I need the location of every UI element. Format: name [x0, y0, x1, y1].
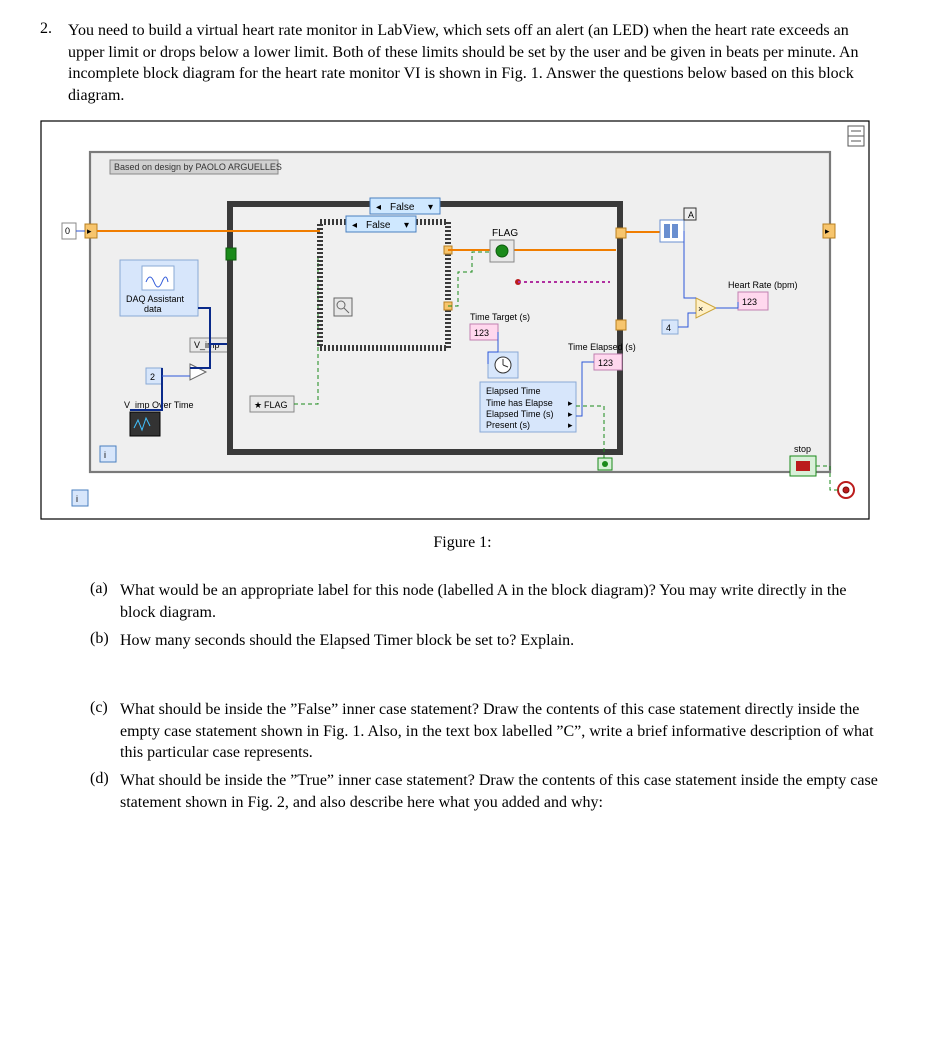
svg-text:2: 2	[150, 372, 155, 382]
svg-text:▸: ▸	[568, 409, 573, 419]
loop-stop-condition	[838, 482, 854, 498]
svg-text:123: 123	[598, 358, 613, 368]
outer-terminal	[72, 490, 88, 506]
svg-text:stop: stop	[794, 444, 811, 454]
flag-local-variable: ★ FLAG	[250, 396, 294, 412]
svg-text:◂: ◂	[352, 220, 357, 231]
daq-assistant-node: DAQ Assistant data	[120, 260, 198, 316]
svg-text:i: i	[104, 450, 106, 460]
part-c: (c) What should be inside the ”False” in…	[90, 699, 885, 764]
svg-text:False: False	[366, 220, 391, 231]
svg-text:Elapsed Time: Elapsed Time	[486, 386, 541, 396]
svg-text:Time has Elapse: Time has Elapse	[486, 398, 553, 408]
svg-text:0: 0	[65, 226, 70, 236]
shift-register-left: ▸	[85, 224, 97, 238]
svg-text:A: A	[688, 210, 694, 220]
window-corner-icon	[848, 126, 864, 146]
svg-text:123: 123	[474, 328, 489, 338]
svg-text:▸: ▸	[568, 398, 573, 408]
inner-case-selector[interactable]: ◂ False ▾	[346, 216, 416, 232]
svg-text:i: i	[76, 494, 78, 504]
svg-text:▸: ▸	[568, 420, 573, 430]
block-diagram-figure: Based on design by PAOLO ARGUELLES i i ▸…	[40, 120, 870, 520]
svg-text:Heart Rate (bpm): Heart Rate (bpm)	[728, 280, 798, 290]
svg-text:DAQ Assistant: DAQ Assistant	[126, 294, 185, 304]
magnifier-icon	[334, 298, 352, 316]
part-d: (d) What should be inside the ”True” inn…	[90, 770, 885, 813]
svg-text:Time Target (s): Time Target (s)	[470, 312, 530, 322]
svg-text:Present (s): Present (s)	[486, 420, 530, 430]
svg-text:FLAG: FLAG	[264, 400, 288, 410]
svg-text:Time Elapsed (s): Time Elapsed (s)	[568, 342, 636, 352]
part-d-text: What should be inside the ”True” inner c…	[120, 770, 885, 813]
figure-caption: Figure 1:	[40, 534, 885, 552]
flag-indicator: FLAG	[490, 228, 518, 262]
labview-block-diagram: Based on design by PAOLO ARGUELLES i i ▸…	[40, 120, 870, 520]
svg-text:123: 123	[742, 297, 757, 307]
outer-case-tunnel-top	[616, 228, 626, 238]
part-a-label: (a)	[90, 580, 120, 598]
svg-text:False: False	[390, 202, 415, 213]
svg-text:▾: ▾	[404, 220, 409, 231]
svg-text:FLAG: FLAG	[492, 228, 518, 239]
question-text: You need to build a virtual heart rate m…	[68, 20, 885, 106]
svg-text:V_imp Over Time: V_imp Over Time	[124, 400, 194, 410]
part-c-text: What should be inside the ”False” inner …	[120, 699, 885, 764]
part-a-text: What would be an appropriate label for t…	[120, 580, 885, 623]
question-number: 2.	[40, 20, 68, 38]
part-d-label: (d)	[90, 770, 120, 788]
part-b: (b) How many seconds should the Elapsed …	[90, 630, 885, 652]
part-b-text: How many seconds should the Elapsed Time…	[120, 630, 885, 652]
svg-text:Elapsed Time (s): Elapsed Time (s)	[486, 409, 554, 419]
outer-case-tunnel-bot	[616, 320, 626, 330]
question-stem: 2. You need to build a virtual heart rat…	[40, 20, 885, 106]
loop-iteration-terminal	[100, 446, 116, 462]
outer-case-selector-terminal	[226, 248, 236, 260]
shift-register-right: ▸	[823, 224, 835, 238]
part-c-label: (c)	[90, 699, 120, 717]
svg-text:4: 4	[666, 323, 671, 333]
inner-case-structure	[320, 222, 448, 348]
svg-text:◂: ◂	[376, 202, 381, 213]
svg-text:data: data	[144, 304, 162, 314]
svg-text:▸: ▸	[825, 226, 830, 236]
svg-text:▾: ▾	[428, 202, 433, 213]
part-b-label: (b)	[90, 630, 120, 648]
outer-case-selector[interactable]: ◂ False ▾	[370, 198, 440, 214]
svg-text:▸: ▸	[87, 226, 92, 236]
svg-text:×: ×	[698, 304, 703, 314]
svg-text:★: ★	[254, 400, 262, 410]
part-a: (a) What would be an appropriate label f…	[90, 580, 885, 623]
credit-text: Based on design by PAOLO ARGUELLES	[114, 162, 282, 172]
